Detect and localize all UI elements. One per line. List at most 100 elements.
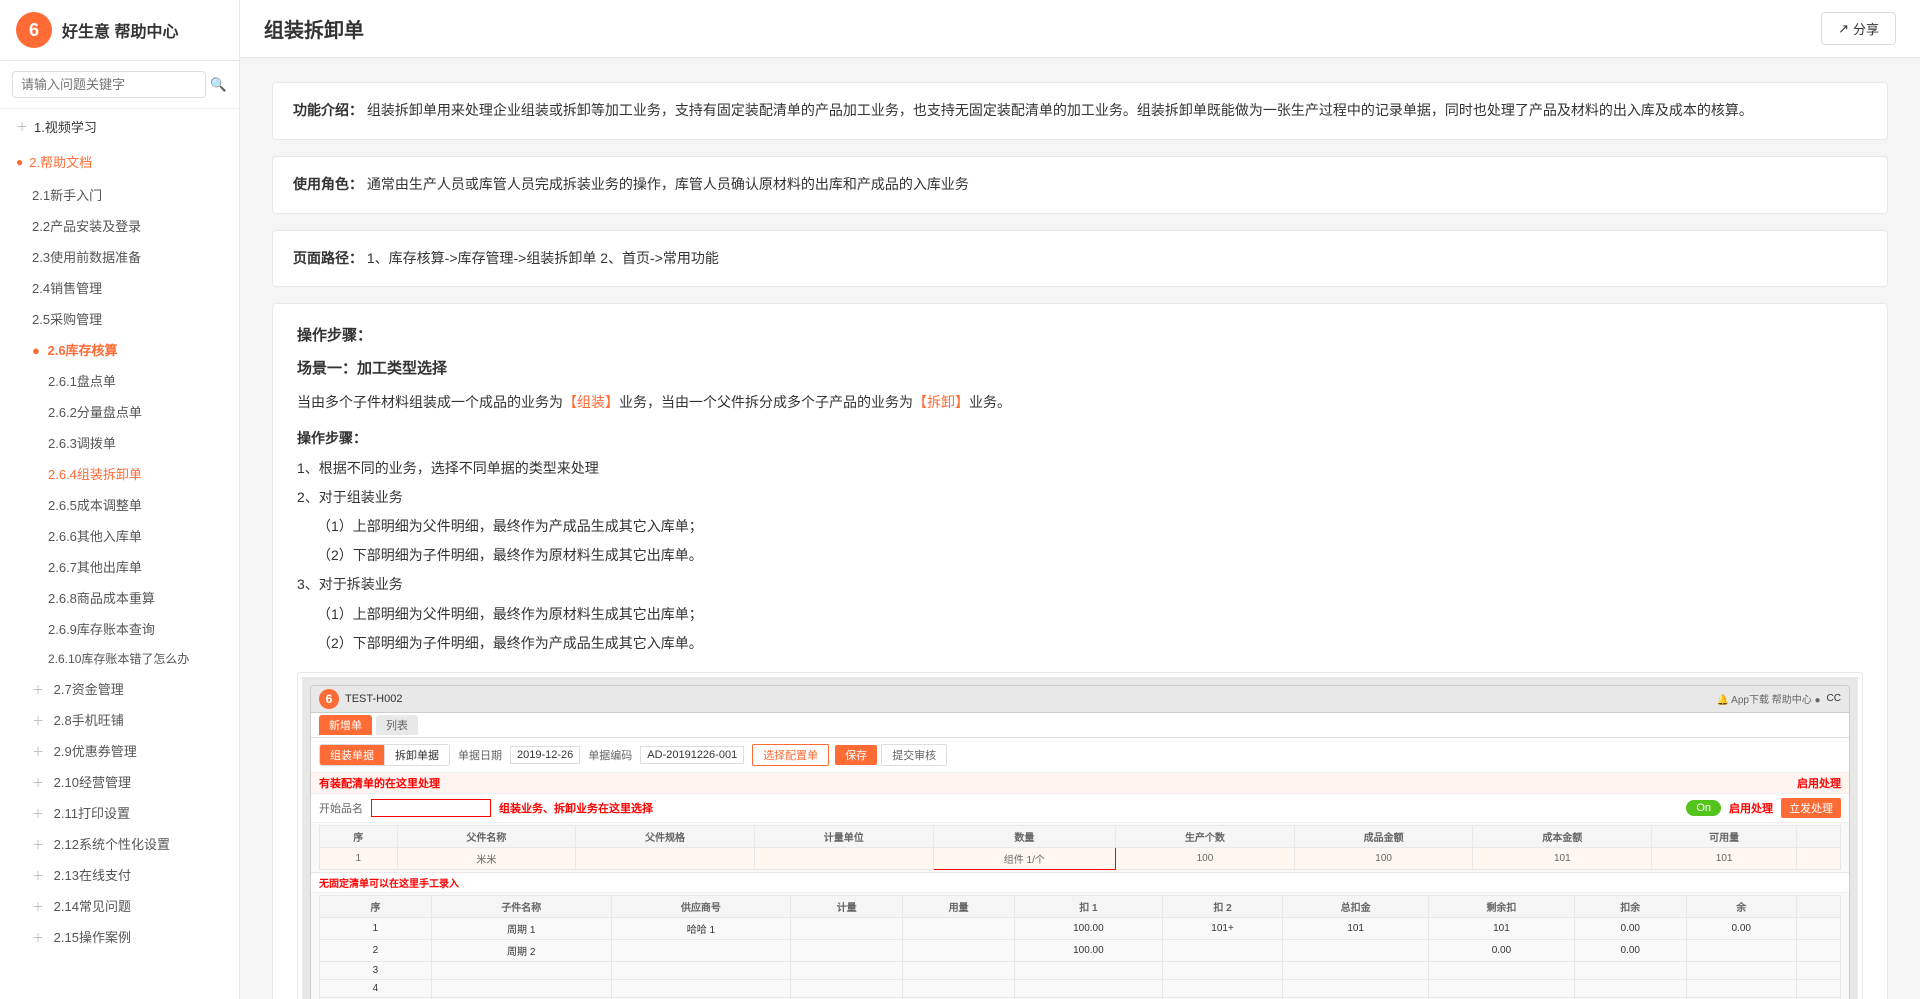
sidebar-header: 6 好生意 帮助中心 bbox=[0, 0, 239, 61]
sidebar-item-video[interactable]: ＋ 1.视频学习 bbox=[0, 109, 239, 144]
erp-btn-save[interactable]: 保存 bbox=[835, 745, 877, 765]
sidebar-item-docs-2-6[interactable]: ● 2.6库存核算 bbox=[0, 334, 239, 365]
step-2-1: （1）上部明细为父件明细，最终作为产成品生成其它入库单； bbox=[297, 514, 1863, 539]
sidebar-item-docs-2-4[interactable]: 2.4销售管理 bbox=[0, 272, 239, 303]
top-bar: 组装拆卸单 ↗ 分享 bbox=[240, 0, 1920, 58]
page-path-text: 1、库存核算->库存管理->组装拆卸单 2、首页->常用功能 bbox=[367, 250, 719, 266]
table-row: 1 米米 组件 1/个 100 100 101 101 bbox=[320, 847, 1841, 869]
annotation-label1: 有装配清单的在这里处理 bbox=[319, 775, 440, 791]
expand-icon-2-11: ＋ bbox=[32, 807, 44, 821]
erp-fuzzy-input[interactable] bbox=[371, 799, 491, 817]
page-path-label: 页面路径： bbox=[293, 250, 363, 266]
expand-icon-2-10: ＋ bbox=[32, 776, 44, 790]
expand-icon-2-12: ＋ bbox=[32, 838, 44, 852]
operation-steps-title: 操作步骤： bbox=[297, 324, 1863, 345]
sidebar-item-docs-2-6-1[interactable]: 2.6.1盘点单 bbox=[0, 365, 239, 396]
search-input[interactable] bbox=[12, 71, 206, 98]
col-qty: 数量 bbox=[933, 825, 1115, 847]
collapse-icon: ● bbox=[16, 155, 23, 169]
sidebar-item-docs-2-6-5[interactable]: 2.6.5成本调整单 bbox=[0, 489, 239, 520]
sidebar-item-docs-2-6-9[interactable]: 2.6.9库存账本查询 bbox=[0, 613, 239, 644]
sidebar-item-docs-2-6-10[interactable]: 2.6.10库存账本错了怎么办 bbox=[0, 644, 239, 673]
sidebar-item-docs-2-1[interactable]: 2.1新手入门 bbox=[0, 179, 239, 210]
feature-intro-label: 功能介绍： bbox=[293, 102, 363, 118]
annotation-enable-label: 启用处理 bbox=[1729, 800, 1773, 816]
sidebar-item-docs[interactable]: ● 2.帮助文档 bbox=[0, 144, 239, 179]
feature-intro-text: 组装拆卸单用来处理企业组装或拆卸等加工业务，支持有固定装配清单的产品加工业务，也… bbox=[367, 102, 1753, 118]
operation-block: 操作步骤： 场景一：加工类型选择 当由多个子件材料组装成一个成品的业务为【组装】… bbox=[272, 303, 1888, 999]
use-role-label: 使用角色： bbox=[293, 176, 363, 192]
app-title: 好生意 帮助中心 bbox=[62, 18, 178, 42]
sidebar-item-docs-2-11[interactable]: ＋ 2.11打印设置 bbox=[0, 797, 239, 828]
expand-icon-2-13: ＋ bbox=[32, 869, 44, 883]
table-row: 1 周期 1 哈哈 1 100.00 101+ 101 101 bbox=[320, 917, 1841, 939]
highlight-disassemble: 【拆卸】 bbox=[913, 394, 969, 410]
erp-type-segment: 组装单据 拆卸单据 bbox=[319, 744, 450, 766]
sidebar-item-docs-2-8[interactable]: ＋ 2.8手机旺铺 bbox=[0, 704, 239, 735]
content-area: 功能介绍： 组装拆卸单用来处理企业组装或拆卸等加工业务，支持有固定装配清单的产品… bbox=[240, 58, 1920, 999]
expand-icon-2-8: ＋ bbox=[32, 714, 44, 728]
erp-seg-assemble[interactable]: 组装单据 bbox=[320, 745, 384, 765]
on-badge[interactable]: On bbox=[1686, 800, 1721, 816]
erp-company-code: TEST-H002 bbox=[345, 693, 402, 705]
col-unit: 计量单位 bbox=[754, 825, 933, 847]
sidebar-item-docs-2-14[interactable]: ＋ 2.14常见问题 bbox=[0, 890, 239, 921]
highlight-assemble: 【组装】 bbox=[563, 394, 619, 410]
main-content: 组装拆卸单 ↗ 分享 功能介绍： 组装拆卸单用来处理企业组装或拆卸等加工业务，支… bbox=[240, 0, 1920, 999]
col-available: 可用量 bbox=[1652, 825, 1797, 847]
sidebar-item-docs-2-5[interactable]: 2.5采购管理 bbox=[0, 303, 239, 334]
erp-logo: 6 bbox=[319, 689, 339, 709]
sidebar-item-docs-2-2[interactable]: 2.2产品安装及登录 bbox=[0, 210, 239, 241]
annotation-manual-label: 无固定清单可以在这里手工录入 bbox=[311, 873, 1849, 893]
erp-user: CC bbox=[1827, 693, 1841, 704]
erp-tab-active[interactable]: 新增单 bbox=[319, 715, 372, 735]
expand-icon-2-15: ＋ bbox=[32, 931, 44, 945]
sidebar-item-docs-2-6-6[interactable]: 2.6.6其他入库单 bbox=[0, 520, 239, 551]
col-parent-spec: 父件规格 bbox=[576, 825, 755, 847]
erp-tab-list[interactable]: 列表 bbox=[376, 715, 418, 735]
sidebar-item-docs-2-6-7[interactable]: 2.6.7其他出库单 bbox=[0, 551, 239, 582]
expand-icon-2-14: ＋ bbox=[32, 900, 44, 914]
col-cost-amt: 成本金额 bbox=[1473, 825, 1652, 847]
erp-mock-window: 6 TEST-H002 🔔 App下载 帮助中心 ● CC 新增单 列表 bbox=[310, 685, 1850, 999]
sidebar-item-docs-2-12[interactable]: ＋ 2.12系统个性化设置 bbox=[0, 828, 239, 859]
erp-date-value: 2019-12-26 bbox=[510, 746, 580, 764]
erp-table2-area: 序 子件名称 供应商号 计量 用量 扣 1 扣 2 总扣金 剩余扣 bbox=[311, 893, 1849, 999]
sidebar-item-docs-2-3[interactable]: 2.3使用前数据准备 bbox=[0, 241, 239, 272]
erp-seg-disassemble[interactable]: 拆卸单据 bbox=[384, 745, 449, 765]
page-title: 组装拆卸单 bbox=[264, 14, 364, 43]
steps-sub-title: 操作步骤： bbox=[297, 428, 1863, 448]
annotation-label2: 启用处理 bbox=[1797, 775, 1841, 791]
app-logo: 6 bbox=[16, 12, 52, 48]
sidebar-item-docs-2-13[interactable]: ＋ 2.13在线支付 bbox=[0, 859, 239, 890]
sidebar-item-docs-2-6-2[interactable]: 2.6.2分量盘点单 bbox=[0, 396, 239, 427]
share-icon: ↗ bbox=[1838, 21, 1849, 37]
sidebar: 6 好生意 帮助中心 🔍 ＋ 1.视频学习 ● 2.帮助文档 2.1新手入门 2… bbox=[0, 0, 240, 999]
table-row: 2 周期 2 100.00 0.00 bbox=[320, 939, 1841, 961]
feature-intro-block: 功能介绍： 组装拆卸单用来处理企业组装或拆卸等加工业务，支持有固定装配清单的产品… bbox=[272, 82, 1888, 140]
erp-date-label: 单据日期 bbox=[458, 747, 502, 763]
sidebar-item-docs-2-9[interactable]: ＋ 2.9优惠券管理 bbox=[0, 735, 239, 766]
share-button[interactable]: ↗ 分享 bbox=[1821, 12, 1896, 45]
expand-icon-2-9: ＋ bbox=[32, 745, 44, 759]
step-3-2: （2）下部明细为子件明细，最终作为产成品生成其它入库单。 bbox=[297, 631, 1863, 656]
erp-btn-apply[interactable]: 立发处理 bbox=[1781, 798, 1841, 818]
erp-btn-select-list[interactable]: 选择配置单 bbox=[752, 744, 829, 766]
sidebar-item-docs-2-6-8[interactable]: 2.6.8商品成本重算 bbox=[0, 582, 239, 613]
sidebar-item-docs-2-7[interactable]: ＋ 2.7资金管理 bbox=[0, 673, 239, 704]
step-3: 3、对于拆装业务 bbox=[297, 572, 1863, 597]
erp-child-table: 序 子件名称 供应商号 计量 用量 扣 1 扣 2 总扣金 剩余扣 bbox=[319, 895, 1841, 999]
sidebar-item-docs-2-6-3[interactable]: 2.6.3调拨单 bbox=[0, 427, 239, 458]
col-seq: 序 bbox=[320, 825, 398, 847]
sidebar-item-docs-2-10[interactable]: ＋ 2.10经营管理 bbox=[0, 766, 239, 797]
sidebar-item-docs-2-15[interactable]: ＋ 2.15操作案例 bbox=[0, 921, 239, 952]
step-3-1: （1）上部明细为父件明细，最终作为原材料生成其它出库单； bbox=[297, 602, 1863, 627]
erp-btn-submit[interactable]: 提交审核 bbox=[881, 744, 947, 766]
scenario1-title: 场景一：加工类型选择 bbox=[297, 357, 1863, 378]
scenario1-desc: 当由多个子件材料组装成一个成品的业务为【组装】业务，当由一个父件拆分成多个子产品… bbox=[297, 390, 1863, 415]
use-role-block: 使用角色： 通常由生产人员或库管人员完成拆装业务的操作，库管人员确认原材料的出库… bbox=[272, 156, 1888, 214]
search-button[interactable]: 🔍 bbox=[210, 77, 227, 93]
col-parent-name: 父件名称 bbox=[397, 825, 576, 847]
col-prod-qty: 生产个数 bbox=[1116, 825, 1295, 847]
sidebar-item-docs-2-6-4[interactable]: 2.6.4组装拆卸单 bbox=[0, 458, 239, 489]
